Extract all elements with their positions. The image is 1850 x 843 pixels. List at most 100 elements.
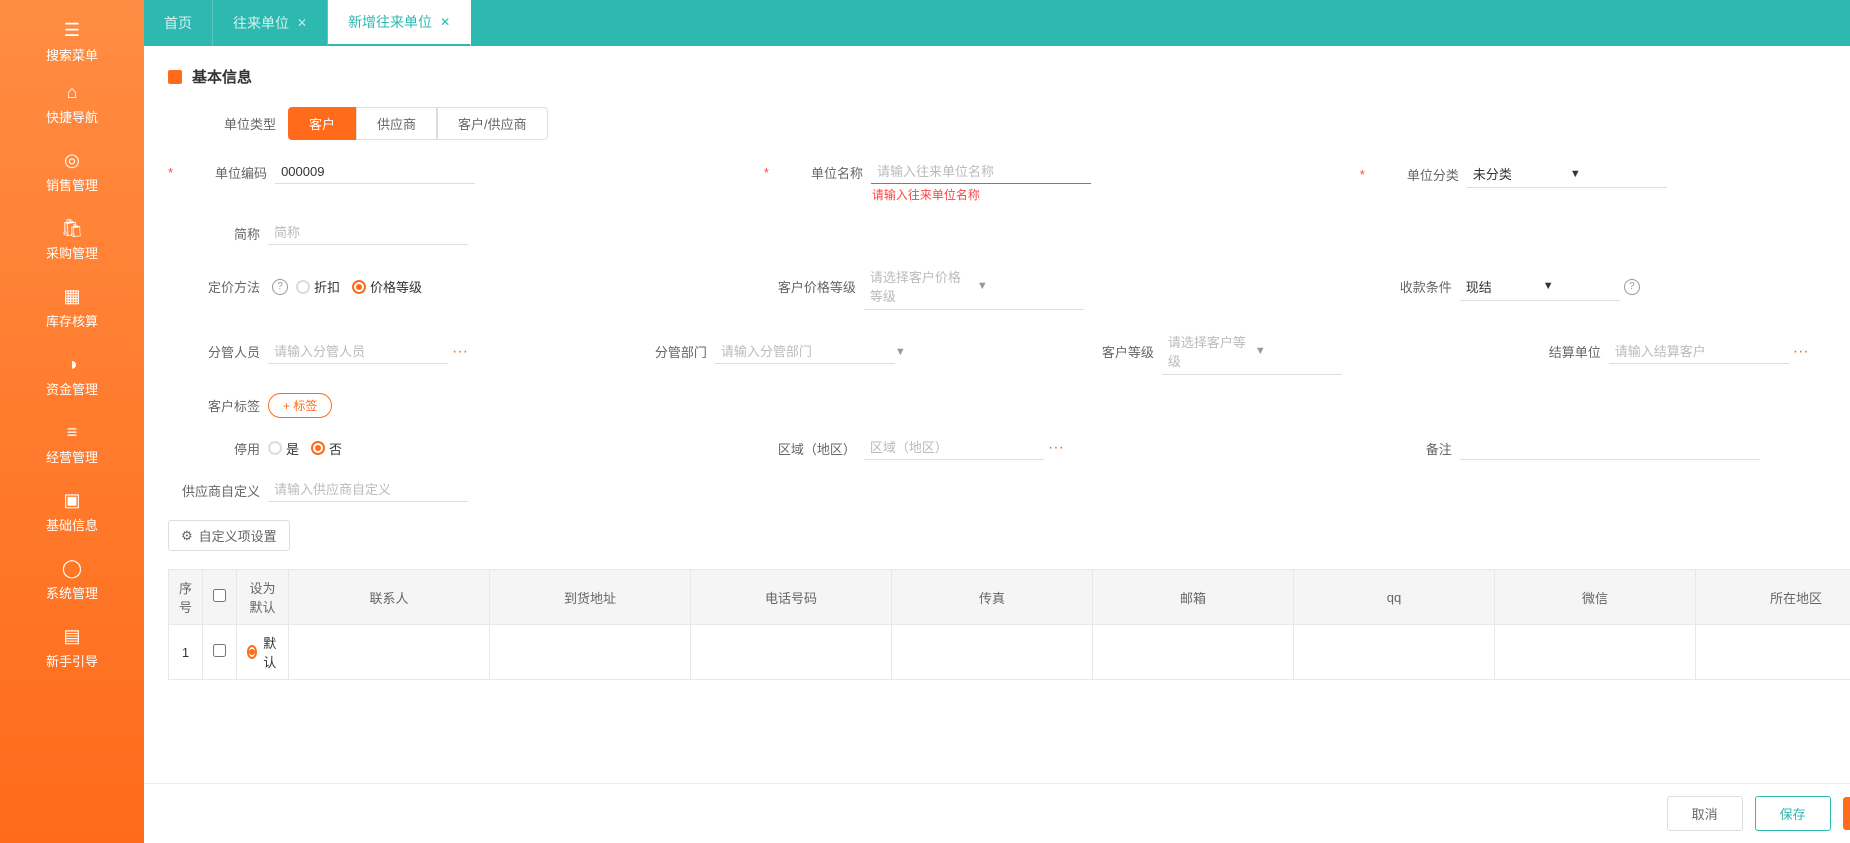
custom-settings-btn[interactable]: ⚙ 自定义项设置 bbox=[168, 520, 290, 551]
main-content: 首页 往来单位 ✕ 新增往来单位 ✕ ✕ 基本信息 单位类型 客户 bbox=[144, 0, 1850, 843]
system-management-item[interactable]: ◯ 系统管理 bbox=[0, 546, 144, 614]
payment-value: 现结 bbox=[1466, 277, 1537, 296]
pricing-help-icon[interactable]: ? bbox=[272, 279, 288, 295]
region-input[interactable] bbox=[864, 436, 1044, 460]
add-partner-tab-label: 新增往来单位 bbox=[348, 12, 432, 32]
add-partner-tab-close[interactable]: ✕ bbox=[440, 15, 450, 29]
partner-tab-close[interactable]: ✕ bbox=[297, 16, 307, 30]
select-all-checkbox[interactable] bbox=[213, 589, 226, 602]
customer-btn[interactable]: 客户 bbox=[288, 107, 356, 140]
table-header: 序号 设为默认 联系人 到货地址 电话号码 传真 邮箱 qq 微信 所在地区 操… bbox=[169, 570, 1850, 625]
settlement-dots-btn[interactable]: ··· bbox=[1789, 343, 1813, 361]
row-region[interactable] bbox=[1696, 625, 1850, 680]
contact-input[interactable] bbox=[299, 641, 479, 664]
system-icon: ◯ bbox=[62, 558, 82, 579]
add-tag-btn[interactable]: + 标签 bbox=[268, 393, 332, 418]
unit-name-input[interactable] bbox=[871, 160, 1091, 184]
quick-nav-item[interactable]: ⌂ 快捷导航 bbox=[0, 70, 144, 138]
fund-label: 资金管理 bbox=[46, 379, 98, 398]
pricing-label: 定价方法 bbox=[168, 277, 268, 296]
col-checkbox bbox=[203, 570, 237, 625]
region-dots-btn[interactable]: ··· bbox=[1044, 439, 1068, 457]
search-icon: ☰ bbox=[64, 20, 80, 41]
row-phone[interactable] bbox=[691, 625, 892, 680]
supplier-custom-row: 供应商自定义 bbox=[168, 478, 1850, 502]
region-group: 区域（地区） ··· bbox=[764, 436, 1360, 460]
category-arrow-icon: ▼ bbox=[1570, 168, 1661, 180]
home-tab[interactable]: 首页 bbox=[144, 0, 213, 46]
disable-no-radio[interactable]: 否 bbox=[311, 439, 342, 458]
disable-label: 停用 bbox=[168, 439, 268, 458]
manager-input[interactable] bbox=[268, 340, 448, 364]
add-partner-tab[interactable]: 新增往来单位 ✕ bbox=[328, 0, 471, 46]
email-input[interactable] bbox=[1103, 641, 1283, 664]
disable-yes-radio[interactable]: 是 bbox=[268, 439, 299, 458]
manager-label: 分管人员 bbox=[168, 342, 268, 361]
unit-name-required: * bbox=[764, 165, 769, 180]
purchase-management-item[interactable]: 🛍 采购管理 bbox=[0, 206, 144, 274]
operation-management-item[interactable]: ≡ 经营管理 bbox=[0, 410, 144, 478]
payment-help-icon[interactable]: ? bbox=[1624, 279, 1640, 295]
row-checkbox[interactable] bbox=[213, 644, 226, 657]
search-menu-item[interactable]: ☰ 搜索菜单 bbox=[0, 10, 144, 70]
row-default-radio[interactable]: 默认 bbox=[247, 633, 278, 671]
unit-category-required: * bbox=[1360, 167, 1365, 182]
cancel-button[interactable]: 取消 bbox=[1667, 796, 1743, 831]
row-region-input[interactable] bbox=[1706, 641, 1850, 664]
phone-input[interactable] bbox=[701, 641, 881, 664]
department-arrow-icon: ▼ bbox=[895, 346, 906, 358]
fax-input[interactable] bbox=[902, 641, 1082, 664]
home-icon: ⌂ bbox=[67, 82, 78, 103]
customer-level-select[interactable]: 请选择客户等级 ▼ bbox=[1162, 328, 1342, 375]
row-wechat[interactable] bbox=[1495, 625, 1696, 680]
col-seq: 序号 bbox=[169, 570, 203, 625]
row-fax[interactable] bbox=[892, 625, 1093, 680]
quick-nav-label: 快捷导航 bbox=[46, 107, 98, 126]
system-label: 系统管理 bbox=[46, 583, 98, 602]
remark-input[interactable] bbox=[1460, 436, 1760, 460]
custom-settings-label: 自定义项设置 bbox=[199, 526, 277, 545]
alias-group: 简称 bbox=[168, 221, 1850, 245]
sales-management-item[interactable]: ◎ 销售管理 bbox=[0, 138, 144, 206]
department-group: 分管部门 ▼ bbox=[615, 340, 1062, 364]
beginner-guide-item[interactable]: ▤ 新手引导 bbox=[0, 614, 144, 682]
row-contact[interactable] bbox=[289, 625, 490, 680]
payment-select[interactable]: 现结 ▼ bbox=[1460, 273, 1620, 301]
unit-name-group: * 单位名称 请输入往来单位名称 bbox=[764, 160, 1360, 203]
manager-dots-btn[interactable]: ··· bbox=[448, 343, 472, 361]
alias-input[interactable] bbox=[268, 221, 468, 245]
row-address[interactable] bbox=[490, 625, 691, 680]
wechat-input[interactable] bbox=[1505, 641, 1685, 664]
inventory-item[interactable]: ▦ 库存核算 bbox=[0, 274, 144, 342]
row-qq[interactable] bbox=[1294, 625, 1495, 680]
supplier-custom-input[interactable] bbox=[268, 478, 468, 502]
unit-name-col bbox=[871, 160, 1091, 184]
price-level-radio[interactable]: 价格等级 bbox=[352, 277, 422, 296]
row-email[interactable] bbox=[1093, 625, 1294, 680]
partner-tab[interactable]: 往来单位 ✕ bbox=[213, 0, 328, 46]
row-default-label: 默认 bbox=[261, 633, 278, 671]
region-label: 区域（地区） bbox=[764, 439, 864, 458]
home-tab-label: 首页 bbox=[164, 13, 192, 33]
unit-code-input[interactable] bbox=[275, 160, 475, 184]
qq-input[interactable] bbox=[1304, 641, 1484, 664]
unit-basic-row: * 单位编码 * 单位名称 请输入往来单位名称 bbox=[168, 160, 1850, 203]
department-input[interactable] bbox=[715, 340, 895, 364]
price-level-group: 客户价格等级 请选择客户价格等级 ▼ bbox=[764, 263, 1360, 310]
address-input[interactable] bbox=[500, 641, 680, 664]
customer-supplier-btn[interactable]: 客户/供应商 bbox=[437, 107, 548, 140]
unit-category-select[interactable]: 未分类 ▼ bbox=[1467, 160, 1667, 188]
price-level-arrow-icon: ▼ bbox=[977, 280, 1078, 292]
save-new-button[interactable]: 保存并新增 bbox=[1843, 797, 1850, 830]
search-menu-label: 搜索菜单 bbox=[46, 45, 98, 64]
price-level-select[interactable]: 请选择客户价格等级 ▼ bbox=[864, 263, 1084, 310]
col-default: 设为默认 bbox=[237, 570, 289, 625]
basic-info-item[interactable]: ▣ 基础信息 bbox=[0, 478, 144, 546]
row-default-cell: 默认 bbox=[237, 625, 289, 680]
settlement-input[interactable] bbox=[1609, 340, 1789, 364]
discount-radio[interactable]: 折扣 bbox=[296, 277, 340, 296]
unit-name-label: 单位名称 bbox=[771, 163, 871, 182]
fund-management-item[interactable]: ◑ 资金管理 bbox=[0, 342, 144, 410]
save-button[interactable]: 保存 bbox=[1755, 796, 1831, 831]
supplier-btn[interactable]: 供应商 bbox=[356, 107, 437, 140]
